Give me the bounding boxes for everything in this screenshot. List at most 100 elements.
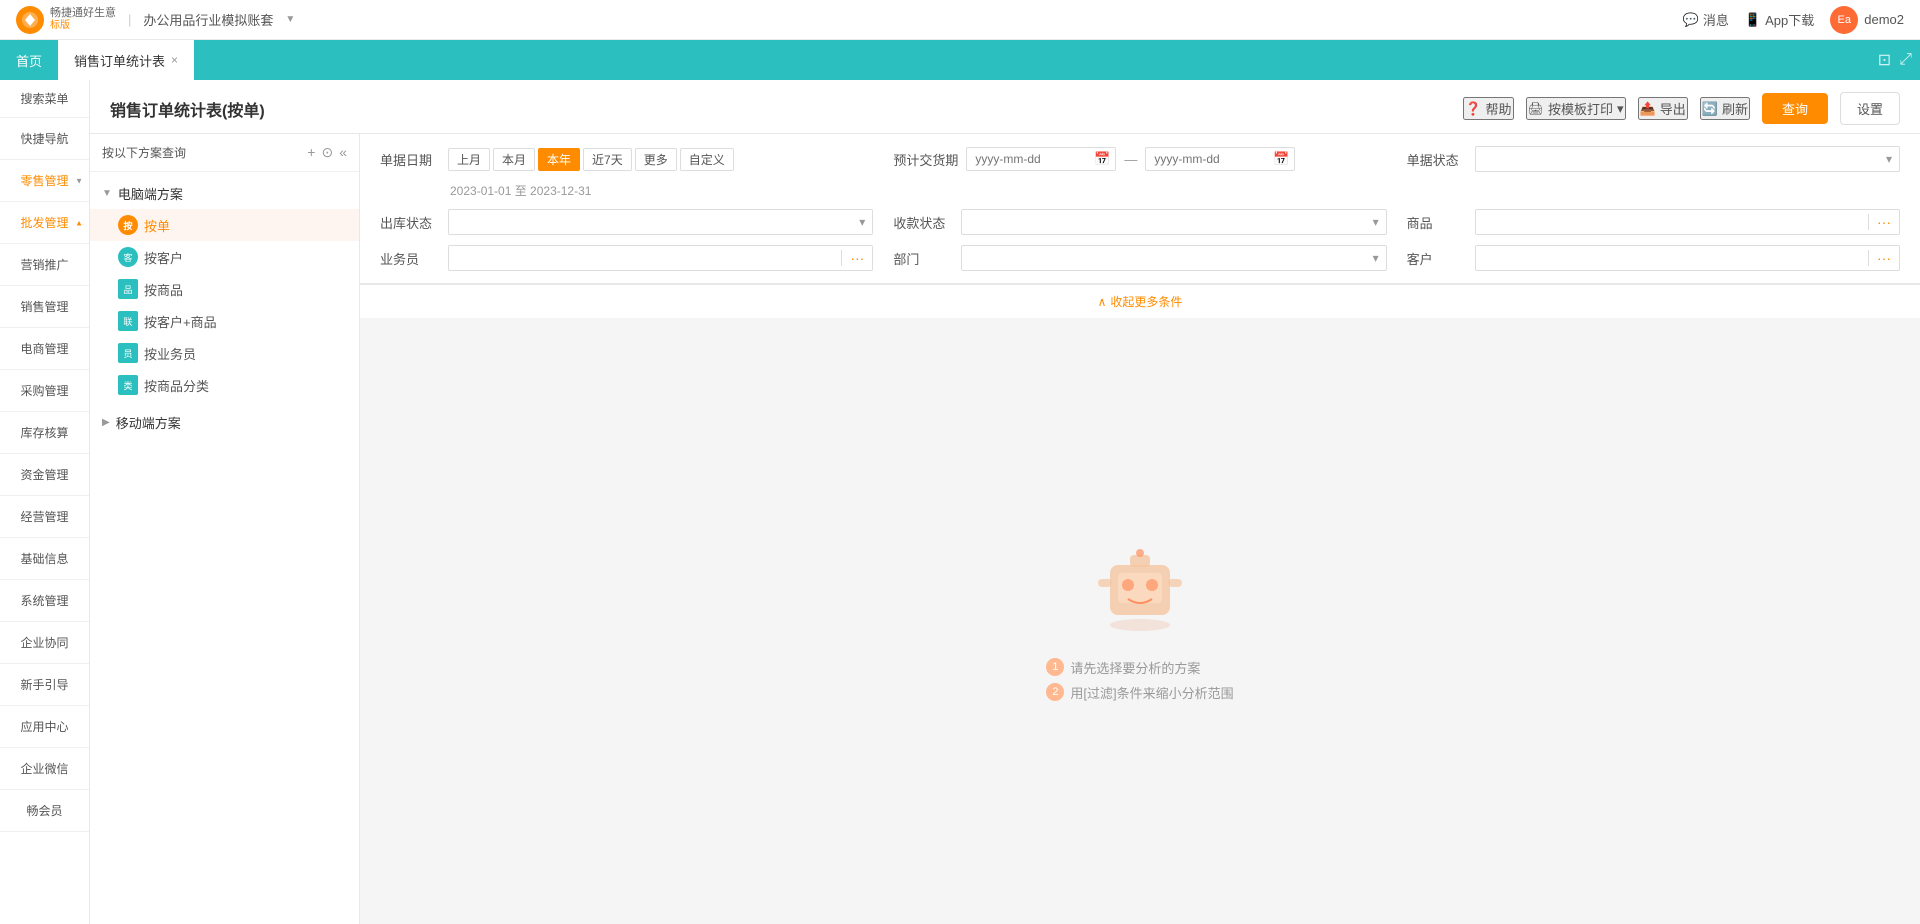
- expected-date-start-input[interactable]: [966, 147, 1116, 171]
- tab-close-button[interactable]: ×: [171, 53, 178, 67]
- tab-maximize-button[interactable]: ⤢: [1899, 51, 1912, 69]
- sidebar-item-finance[interactable]: 资金管理: [0, 454, 89, 496]
- sidebar-item-onboarding[interactable]: 新手引导: [0, 664, 89, 706]
- tree-parent-pc[interactable]: ▼ 电脑端方案: [90, 178, 359, 209]
- filter-row-3: 业务员 ··· 部门 ▾: [380, 245, 1900, 271]
- print-button[interactable]: 🖨 按模板打印 ▾: [1526, 97, 1626, 120]
- sidebar-item-membership[interactable]: 畅会员: [0, 790, 89, 832]
- sidebar-item-ecommerce[interactable]: 电商管理: [0, 328, 89, 370]
- date-btn-this-month[interactable]: 本月: [493, 148, 535, 171]
- left-panel-title: 按以下方案查询: [102, 144, 186, 161]
- sidebar-item-marketing[interactable]: 营销推广: [0, 244, 89, 286]
- filter-customer-item: 客户 ···: [1407, 245, 1900, 271]
- user-area[interactable]: Ea demo2: [1830, 6, 1904, 34]
- product-input[interactable]: [1476, 210, 1868, 234]
- sidebar: 搜索菜单 快捷导航 零售管理 批发管理 营销推广 销售管理 电商管理 采购管理 …: [0, 80, 90, 924]
- scheme-label-product: 按商品: [144, 280, 183, 299]
- delivery-status-select[interactable]: [448, 209, 873, 235]
- logo-area: 畅捷通好生意 标版: [16, 6, 116, 34]
- hint-num-2: 2: [1046, 683, 1064, 701]
- filter-box: 单据日期 上月 本月 本年 近7天 更多 自定义: [360, 134, 1920, 284]
- page-actions: ❓ 帮助 🖨 按模板打印 ▾ 📤 导出 🔄 刷新 查询 设置: [1463, 92, 1900, 125]
- sidebar-item-system[interactable]: 系统管理: [0, 580, 89, 622]
- help-button[interactable]: ❓ 帮助: [1463, 97, 1513, 120]
- sidebar-item-apps[interactable]: 应用中心: [0, 706, 89, 748]
- scheme-label-customer: 按客户: [144, 248, 183, 267]
- expected-date-end-wrapper: 📅: [1145, 147, 1295, 171]
- sidebar-item-quick-nav[interactable]: 快捷导航: [0, 118, 89, 160]
- salesperson-input[interactable]: [449, 246, 841, 270]
- page-header: 销售订单统计表(按单) ❓ 帮助 🖨 按模板打印 ▾ 📤 导出 🔄 刷新: [90, 80, 1920, 134]
- status-select[interactable]: [1475, 146, 1900, 172]
- left-panel-actions: + ⊙ «: [307, 144, 347, 161]
- settings-button[interactable]: 设置: [1840, 92, 1900, 125]
- collapse-button[interactable]: ∧ 收起更多条件: [1098, 293, 1183, 310]
- top-bar: 畅捷通好生意 标版 | 办公用品行业模拟账套 ▼ 💬 消息 📱 App下载 Ea…: [0, 0, 1920, 40]
- tab-bar-actions: ⊡ ⤢: [1878, 40, 1920, 80]
- sidebar-item-wholesale[interactable]: 批发管理: [0, 202, 89, 244]
- refresh-button[interactable]: 🔄 刷新: [1700, 97, 1750, 120]
- department-select-wrapper: ▾: [961, 245, 1386, 271]
- logo-icon: [16, 6, 44, 34]
- tab-sales-order-stats[interactable]: 销售订单统计表 ×: [58, 40, 194, 80]
- sidebar-item-operations[interactable]: 经营管理: [0, 496, 89, 538]
- date-btn-last-month[interactable]: 上月: [448, 148, 490, 171]
- print-dropdown-icon[interactable]: ▾: [1617, 101, 1624, 117]
- app-dropdown-icon[interactable]: ▼: [285, 14, 295, 25]
- scheme-icon-customer-product: 联: [118, 311, 138, 331]
- scheme-by-order[interactable]: 按 按单: [90, 209, 359, 241]
- expected-date-end-input[interactable]: [1145, 147, 1295, 171]
- date-filter-label: 单据日期: [380, 150, 440, 169]
- collapse-up-icon: ∧: [1098, 295, 1107, 309]
- tab-minimize-button[interactable]: ⊡: [1878, 50, 1891, 70]
- date-separator: —: [1120, 152, 1141, 167]
- filter-payment-item: 收款状态 ▾: [893, 209, 1386, 235]
- sidebar-item-retail[interactable]: 零售管理: [0, 160, 89, 202]
- product-dots-button[interactable]: ···: [1868, 214, 1899, 230]
- export-button[interactable]: 📤 导出: [1638, 97, 1688, 120]
- sidebar-item-search[interactable]: 搜索菜单: [0, 80, 89, 118]
- scheme-by-customer-product[interactable]: 联 按客户+商品: [90, 305, 359, 337]
- date-btn-this-year[interactable]: 本年: [538, 148, 580, 171]
- customer-dots-button[interactable]: ···: [1868, 250, 1899, 266]
- customer-input[interactable]: [1476, 246, 1868, 270]
- sidebar-item-sales[interactable]: 销售管理: [0, 286, 89, 328]
- sidebar-item-wechat[interactable]: 企业微信: [0, 748, 89, 790]
- left-panel-header: 按以下方案查询 + ⊙ «: [90, 134, 359, 172]
- edit-scheme-button[interactable]: ⊙: [321, 144, 333, 161]
- app-download-button[interactable]: 📱 App下载: [1745, 10, 1814, 29]
- filter-date-item: 单据日期 上月 本月 本年 近7天 更多 自定义: [380, 148, 873, 171]
- payment-status-select[interactable]: [961, 209, 1386, 235]
- date-buttons: 上月 本月 本年 近7天 更多 自定义: [448, 148, 873, 171]
- date-btn-custom[interactable]: 自定义: [680, 148, 734, 171]
- empty-hint-1: 1 请先选择要分析的方案: [1046, 658, 1233, 677]
- scheme-icon-customer: 客: [118, 247, 138, 267]
- sidebar-item-inventory[interactable]: 库存核算: [0, 412, 89, 454]
- content-body: 按以下方案查询 + ⊙ « ▼ 电脑端方案 按 按单: [90, 134, 1920, 924]
- scheme-by-category[interactable]: 类 按商品分类: [90, 369, 359, 401]
- username: demo2: [1864, 12, 1904, 27]
- scheme-label-order: 按单: [144, 216, 170, 235]
- tab-home[interactable]: 首页: [0, 40, 58, 80]
- collapse-panel-button[interactable]: «: [339, 144, 347, 161]
- page-title: 销售订单统计表(按单): [110, 97, 265, 121]
- payment-select-wrapper: ▾: [961, 209, 1386, 235]
- department-select[interactable]: [961, 245, 1386, 271]
- salesperson-dots-button[interactable]: ···: [841, 250, 872, 266]
- add-scheme-button[interactable]: +: [307, 144, 315, 161]
- message-button[interactable]: 💬 消息: [1683, 10, 1729, 29]
- query-button[interactable]: 查询: [1762, 93, 1828, 124]
- filter-row-2: 出库状态 ▾ 收款状态: [380, 209, 1900, 235]
- scheme-by-customer[interactable]: 客 按客户: [90, 241, 359, 273]
- sidebar-item-enterprise[interactable]: 企业协同: [0, 622, 89, 664]
- tree-parent-mobile[interactable]: ▶ 移动端方案: [90, 407, 359, 438]
- date-btn-more[interactable]: 更多: [635, 148, 677, 171]
- sidebar-item-purchase[interactable]: 采购管理: [0, 370, 89, 412]
- sidebar-item-basic[interactable]: 基础信息: [0, 538, 89, 580]
- date-btn-last-7[interactable]: 近7天: [583, 148, 632, 171]
- scheme-icon-salesperson: 员: [118, 343, 138, 363]
- scheme-by-product[interactable]: 品 按商品: [90, 273, 359, 305]
- delivery-select-wrapper: ▾: [448, 209, 873, 235]
- scheme-icon-category: 类: [118, 375, 138, 395]
- scheme-by-salesperson[interactable]: 员 按业务员: [90, 337, 359, 369]
